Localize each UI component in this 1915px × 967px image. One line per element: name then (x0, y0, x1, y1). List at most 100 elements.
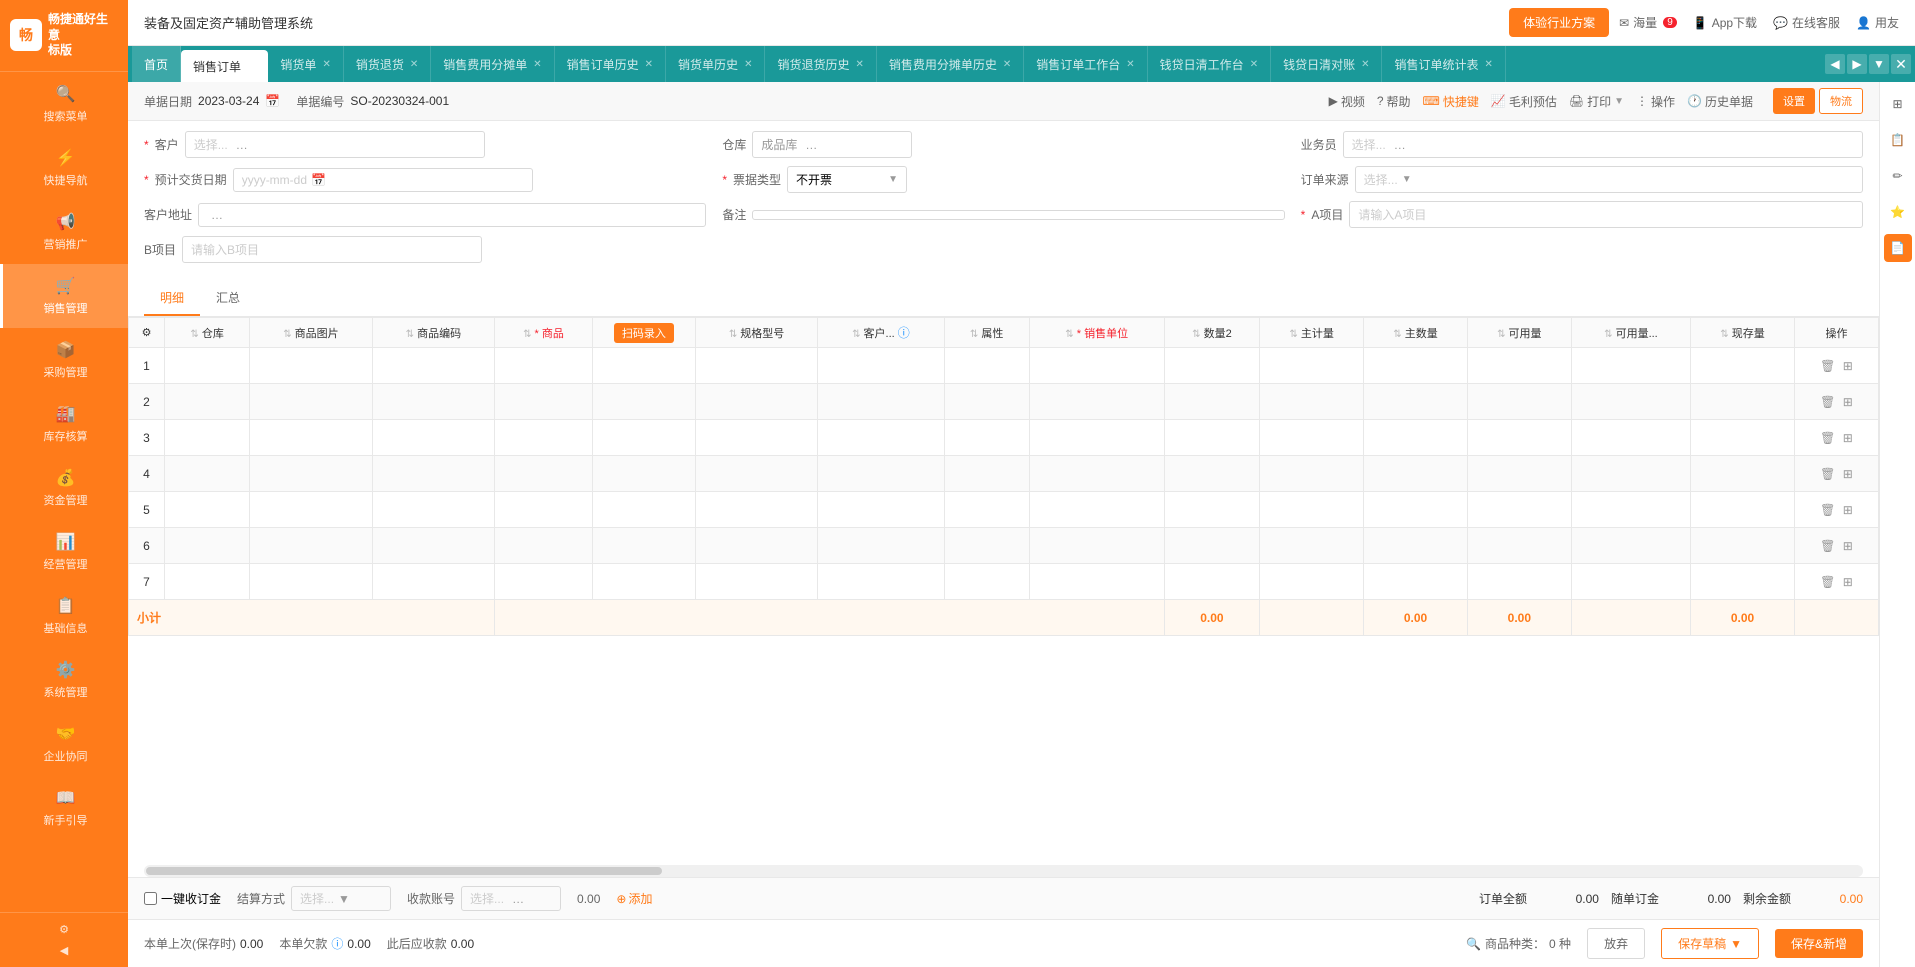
sidebar-item-search[interactable]: 🔍 搜索菜单 (0, 72, 128, 136)
tab-return-history[interactable]: 销货单历史 ✕ (666, 46, 765, 82)
tab-workbench[interactable]: 销售订单工作台 ✕ (1024, 46, 1147, 82)
row-sales-unit[interactable] (1029, 492, 1164, 528)
row-sales-unit[interactable] (1029, 528, 1164, 564)
sidebar-item-finance[interactable]: 💰 资金管理 (0, 456, 128, 520)
row-product[interactable] (495, 456, 593, 492)
user-item[interactable]: 👤 用友 (1856, 14, 1899, 31)
row-qty2[interactable] (1164, 420, 1260, 456)
tab-close-sales-return[interactable]: ✕ (322, 59, 330, 70)
tab-close-sales-stats[interactable]: ✕ (1485, 59, 1493, 70)
delivery-input[interactable]: yyyy-mm-dd 📅 (233, 168, 533, 192)
tab-close-order-history[interactable]: ✕ (645, 59, 653, 70)
industry-btn[interactable]: 体验行业方案 (1509, 8, 1609, 37)
sidebar-collapse[interactable]: ◀ (60, 944, 68, 957)
row-code[interactable] (372, 420, 494, 456)
one-click-checkbox[interactable] (144, 892, 157, 905)
sidebar-item-sales[interactable]: 🛒 销售管理 (0, 264, 128, 328)
copy-icon[interactable]: ⊞ (1843, 359, 1853, 373)
row-sales-unit[interactable] (1029, 456, 1164, 492)
row-sales-unit[interactable] (1029, 420, 1164, 456)
row-product[interactable] (495, 528, 593, 564)
row-sales-unit[interactable] (1029, 348, 1164, 384)
tab-close-sales-order[interactable]: ✕ (247, 61, 255, 72)
add-btn[interactable]: ⊕ 添加 (616, 890, 652, 907)
message-icon-item[interactable]: ✉ 海量 9 (1619, 14, 1677, 31)
tab-refund-history[interactable]: 销货退货历史 ✕ (765, 46, 876, 82)
copy-icon[interactable]: ⊞ (1843, 575, 1853, 589)
delete-icon[interactable]: 🗑 (1820, 359, 1835, 373)
tab-close-return-history[interactable]: ✕ (744, 59, 752, 70)
logistics-btn[interactable]: 物流 (1819, 88, 1863, 114)
account-more-btn[interactable]: … (512, 892, 524, 906)
tab-huizong[interactable]: 汇总 (200, 281, 256, 316)
right-panel-btn-1[interactable]: ⊞ (1884, 90, 1912, 118)
scan-btn[interactable]: 扫码录入 (614, 323, 674, 343)
tab-mingxi[interactable]: 明细 (144, 281, 200, 316)
tab-next-btn[interactable]: ▶ (1847, 54, 1867, 74)
row-qty2[interactable] (1164, 492, 1260, 528)
row-qty2[interactable] (1164, 528, 1260, 564)
row-code[interactable] (372, 348, 494, 384)
tab-sales-refund[interactable]: 销货退货 ✕ (344, 46, 431, 82)
b-project-input[interactable]: 请输入B项目 (182, 236, 482, 263)
row-attr[interactable] (944, 528, 1029, 564)
copy-icon[interactable]: ⊞ (1843, 395, 1853, 409)
row-product[interactable] (495, 420, 593, 456)
calendar-icon[interactable]: 📅 (265, 94, 280, 108)
tab-close-workbench[interactable]: ✕ (1126, 59, 1134, 70)
shortcut-btn[interactable]: ⌨ 快捷键 (1423, 93, 1479, 110)
row-warehouse[interactable] (165, 384, 250, 420)
row-warehouse[interactable] (165, 348, 250, 384)
col-setting[interactable]: ⚙ (129, 318, 165, 348)
warehouse-input[interactable]: 成品库 … (752, 131, 912, 158)
row-warehouse[interactable] (165, 528, 250, 564)
help-btn[interactable]: ? 帮助 (1377, 93, 1411, 110)
row-code[interactable] (372, 564, 494, 600)
row-qty2[interactable] (1164, 564, 1260, 600)
address-input[interactable]: … (198, 203, 706, 227)
row-main-qty[interactable] (1364, 456, 1468, 492)
delivery-calendar-icon[interactable]: 📅 (311, 173, 326, 187)
row-customer-code[interactable] (818, 492, 944, 528)
right-panel-btn-4[interactable]: ⭐ (1884, 198, 1912, 226)
copy-icon[interactable]: ⊞ (1843, 503, 1853, 517)
row-spec[interactable] (695, 384, 817, 420)
operation-btn[interactable]: ⋮ 操作 (1636, 93, 1675, 110)
warehouse-more-btn[interactable]: … (805, 138, 817, 152)
salesperson-input[interactable]: 选择... … (1343, 131, 1863, 158)
discard-btn[interactable]: 放弃 (1587, 928, 1645, 959)
tab-close-cash-daily[interactable]: ✕ (1250, 59, 1258, 70)
row-product[interactable] (495, 492, 593, 528)
view-btn[interactable]: ▶ 视频 (1329, 93, 1365, 110)
sidebar-item-enterprise[interactable]: 🤝 企业协同 (0, 712, 128, 776)
right-panel-btn-2[interactable]: 📋 (1884, 126, 1912, 154)
row-sales-unit[interactable] (1029, 384, 1164, 420)
row-main-qty[interactable] (1364, 528, 1468, 564)
row-spec[interactable] (695, 456, 817, 492)
tab-close-all-btn[interactable]: ✕ (1891, 54, 1911, 74)
history-btn[interactable]: 🕐 历史单据 (1687, 93, 1753, 110)
row-attr[interactable] (944, 492, 1029, 528)
tab-close-fee-history[interactable]: ✕ (1003, 59, 1011, 70)
customer-input[interactable]: 选择... … (185, 131, 485, 158)
row-code[interactable] (372, 528, 494, 564)
row-qty2[interactable] (1164, 348, 1260, 384)
row-main-qty[interactable] (1364, 492, 1468, 528)
row-attr[interactable] (944, 564, 1029, 600)
delete-icon[interactable]: 🗑 (1820, 503, 1835, 517)
sidebar-item-system[interactable]: ⚙️ 系统管理 (0, 648, 128, 712)
horizontal-scrollbar[interactable] (144, 865, 1863, 877)
row-attr[interactable] (944, 420, 1029, 456)
row-attr[interactable] (944, 348, 1029, 384)
row-spec[interactable] (695, 492, 817, 528)
row-spec[interactable] (695, 348, 817, 384)
sidebar-settings[interactable]: ⚙ (59, 923, 69, 936)
row-product[interactable] (495, 384, 593, 420)
tab-home[interactable]: 首页 (132, 46, 181, 82)
tab-sales-fee-split[interactable]: 销售费用分摊单 ✕ (431, 46, 554, 82)
row-attr[interactable] (944, 384, 1029, 420)
row-warehouse[interactable] (165, 456, 250, 492)
debit-info-icon[interactable]: ⓘ (331, 935, 343, 952)
sidebar-item-quick[interactable]: ⚡ 快捷导航 (0, 136, 128, 200)
delete-icon[interactable]: 🗑 (1820, 575, 1835, 589)
